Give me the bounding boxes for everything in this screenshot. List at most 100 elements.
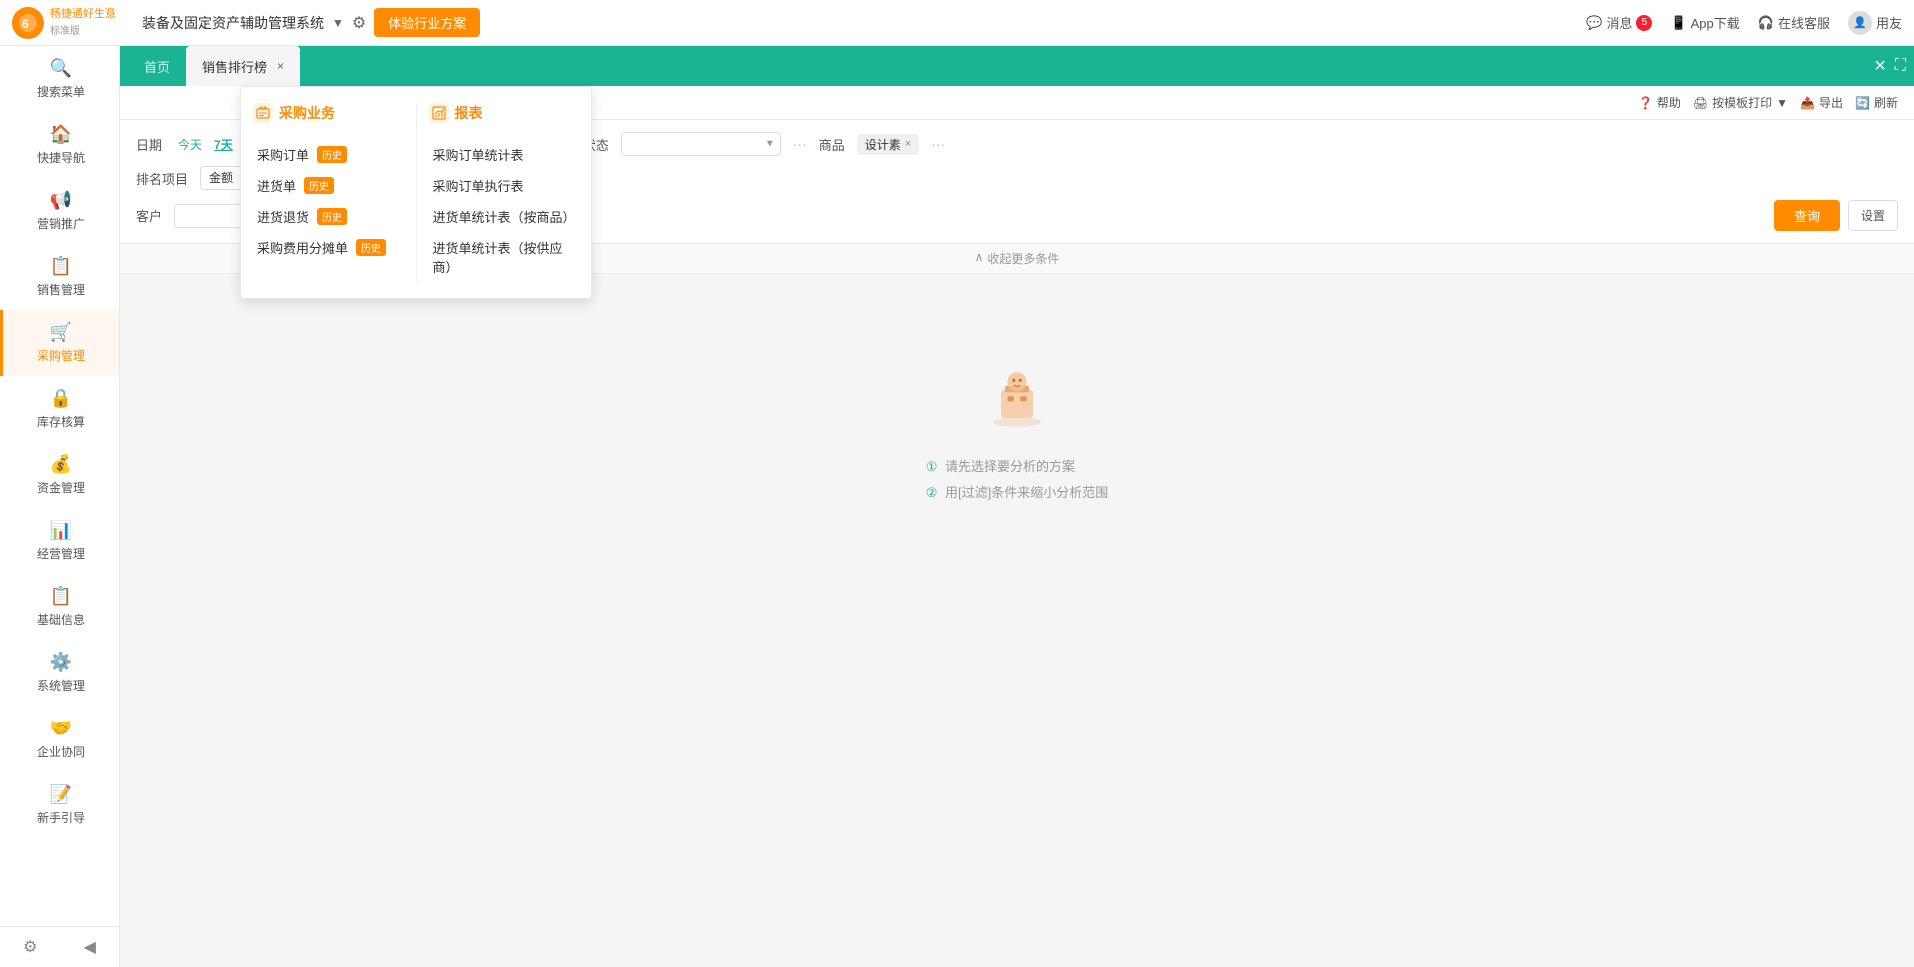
- header-right: 💬 消息 5 📱 App下载 🎧 在线客服 👤 用友: [1586, 11, 1902, 35]
- sidebar-bottom: ⚙ ◀: [0, 926, 119, 967]
- tab-sales-rank[interactable]: 销售排行榜 ×: [186, 46, 300, 86]
- purchase-category-title: 采购业务: [253, 103, 404, 129]
- message-btn[interactable]: 💬 消息 5: [1586, 13, 1652, 32]
- sidebar-label-sales: 销售管理: [37, 281, 85, 298]
- newbie-icon: 📝: [50, 784, 72, 805]
- sidebar-label-system: 系统管理: [37, 677, 85, 694]
- refresh-label: 刷新: [1874, 94, 1898, 111]
- sidebar-label-enterprise: 企业协同: [37, 743, 85, 760]
- dropdown-item-purchase-order[interactable]: 采购订单 历史: [253, 139, 404, 170]
- inbound-by-supplier-label: 进货单统计表（按供应商）: [433, 238, 576, 276]
- status-more-btn[interactable]: ···: [793, 136, 807, 152]
- sidebar-label-basic-info: 基础信息: [37, 611, 85, 628]
- dropdown-item-inbound-by-supplier[interactable]: 进货单统计表（按供应商）: [429, 232, 580, 282]
- date-today-btn[interactable]: 今天: [174, 136, 206, 153]
- sidebar-item-marketing[interactable]: 📢 营销推广: [0, 178, 119, 244]
- report-category-icon: [429, 103, 449, 123]
- settings-gear-btn[interactable]: ⚙: [352, 13, 366, 33]
- search-icon: 🔍: [50, 58, 72, 79]
- tab-close-btn[interactable]: ×: [277, 59, 284, 73]
- purchase-order-label: 采购订单: [257, 145, 309, 164]
- empty-tips: ① 请先选择要分析的方案 ② 用[过滤]条件来缩小分析范围: [926, 454, 1109, 506]
- sidebar-label-marketing: 营销推广: [37, 215, 85, 232]
- sidebar-label-operation: 经营管理: [37, 545, 85, 562]
- status-select[interactable]: [621, 132, 781, 156]
- goods-tag: 设计素 ×: [857, 134, 919, 155]
- sidebar-label-fund: 资金管理: [37, 479, 85, 496]
- refresh-btn[interactable]: 🔄 刷新: [1855, 94, 1898, 111]
- system-name-area: 装备及固定资产辅助管理系统 ▼ ⚙ 体验行业方案: [132, 8, 1586, 37]
- fund-icon: 💰: [50, 454, 72, 475]
- user-btn[interactable]: 👤 用友: [1848, 11, 1902, 35]
- help-btn[interactable]: ❓ 帮助: [1638, 94, 1681, 111]
- sidebar-label-search: 搜索菜单: [37, 83, 85, 100]
- sidebar-item-quick-nav[interactable]: 🏠 快捷导航: [0, 112, 119, 178]
- purchase-column: 采购业务 采购订单 历史 进货单 历史 进货退货 历史 采购费用分摊单 历史: [241, 103, 416, 282]
- avatar: 👤: [1848, 11, 1872, 35]
- sidebar-item-purchase[interactable]: 🛒 采购管理: [0, 310, 119, 376]
- sidebar-item-inventory[interactable]: 🔒 库存核算: [0, 376, 119, 442]
- tab-maximize-btn[interactable]: ⛶: [1895, 57, 1906, 75]
- tab-home[interactable]: 首页: [128, 46, 186, 86]
- sidebar-item-newbie[interactable]: 📝 新手引导: [0, 772, 119, 838]
- app-download-btn[interactable]: 📱 App下载: [1670, 13, 1739, 32]
- query-buttons: 查询 设置: [1774, 200, 1898, 231]
- app-download-label: App下载: [1691, 13, 1740, 32]
- message-label: 消息: [1606, 13, 1632, 32]
- sidebar-item-search[interactable]: 🔍 搜索菜单: [0, 46, 119, 112]
- sidebar-item-operation[interactable]: 📊 经营管理: [0, 508, 119, 574]
- print-label: 按模板打印: [1712, 94, 1772, 111]
- dropdown-item-inbound-by-goods[interactable]: 进货单统计表（按商品）: [429, 201, 580, 232]
- purchase-order-history: 历史: [317, 146, 347, 163]
- goods-more-btn[interactable]: ···: [931, 136, 945, 152]
- empty-tip-2: ② 用[过滤]条件来缩小分析范围: [926, 480, 1109, 506]
- collapse-label: 收起更多条件: [987, 250, 1059, 267]
- marketing-icon: 📢: [50, 190, 72, 211]
- goods-tag-close[interactable]: ×: [905, 138, 911, 150]
- system-name-text: 装备及固定资产辅助管理系统: [142, 13, 324, 33]
- purchase-icon: 🛒: [50, 322, 72, 343]
- sidebar-collapse-btn[interactable]: ◀: [84, 937, 96, 957]
- dropdown-item-po-exec[interactable]: 采购订单执行表: [429, 170, 580, 201]
- goods-tag-text: 设计素: [865, 136, 901, 153]
- print-btn[interactable]: 🖨 按模板打印 ▼: [1693, 94, 1788, 111]
- purchase-dropdown-menu: 采购业务 采购订单 历史 进货单 历史 进货退货 历史 采购费用分摊单 历史: [240, 86, 592, 299]
- customer-label: 客户: [136, 206, 162, 225]
- inbound-history: 历史: [304, 177, 334, 194]
- inbound-by-goods-label: 进货单统计表（按商品）: [433, 207, 576, 226]
- sidebar-item-fund[interactable]: 💰 资金管理: [0, 442, 119, 508]
- sidebar-item-basic-info[interactable]: 📋 基础信息: [0, 574, 119, 640]
- message-icon: 💬: [1586, 15, 1602, 31]
- logo-area: 6 畅捷通好生意 标准版: [12, 7, 132, 39]
- online-service-btn[interactable]: 🎧 在线客服: [1758, 13, 1830, 32]
- export-btn[interactable]: 📤 导出: [1800, 94, 1843, 111]
- dropdown-item-return[interactable]: 进货退货 历史: [253, 201, 404, 232]
- system-dropdown-btn[interactable]: ▼: [332, 16, 344, 30]
- content-area: 首页 销售排行榜 × ✕ ⛶ ❓ 帮助 🖨 按模板打印: [120, 46, 1914, 967]
- sidebar-item-sales[interactable]: 📋 销售管理: [0, 244, 119, 310]
- report-column: 报表 采购订单统计表 采购订单执行表 进货单统计表（按商品） 进货单统计表（按供…: [416, 103, 592, 282]
- report-title-text: 报表: [455, 103, 483, 123]
- user-label: 用友: [1876, 13, 1902, 32]
- po-stats-label: 采购订单统计表: [433, 145, 524, 164]
- tab-bar-right: ✕ ⛶: [1873, 56, 1906, 76]
- query-btn[interactable]: 查询: [1774, 200, 1840, 231]
- tab-sales-rank-label: 销售排行榜: [202, 57, 267, 76]
- sidebar-item-enterprise[interactable]: 🤝 企业协同: [0, 706, 119, 772]
- dropdown-item-inbound[interactable]: 进货单 历史: [253, 170, 404, 201]
- help-icon: ❓: [1638, 96, 1653, 110]
- message-badge: 5: [1636, 15, 1652, 31]
- tab-close-all-btn[interactable]: ✕: [1873, 56, 1886, 76]
- industry-btn[interactable]: 体验行业方案: [374, 8, 480, 37]
- purchase-category-icon: [253, 103, 273, 123]
- sidebar-item-system[interactable]: ⚙️ 系统管理: [0, 640, 119, 706]
- dropdown-item-po-stats[interactable]: 采购订单统计表: [429, 139, 580, 170]
- enterprise-icon: 🤝: [50, 718, 72, 739]
- settings-btn[interactable]: 设置: [1848, 200, 1898, 231]
- date-7days-btn[interactable]: 7天: [210, 136, 237, 153]
- tab-bar: 首页 销售排行榜 × ✕ ⛶: [120, 46, 1914, 86]
- sidebar-settings-btn[interactable]: ⚙: [23, 937, 37, 957]
- refresh-icon: 🔄: [1855, 96, 1870, 110]
- dropdown-item-expense[interactable]: 采购费用分摊单 历史: [253, 232, 404, 263]
- system-icon: ⚙️: [50, 652, 72, 673]
